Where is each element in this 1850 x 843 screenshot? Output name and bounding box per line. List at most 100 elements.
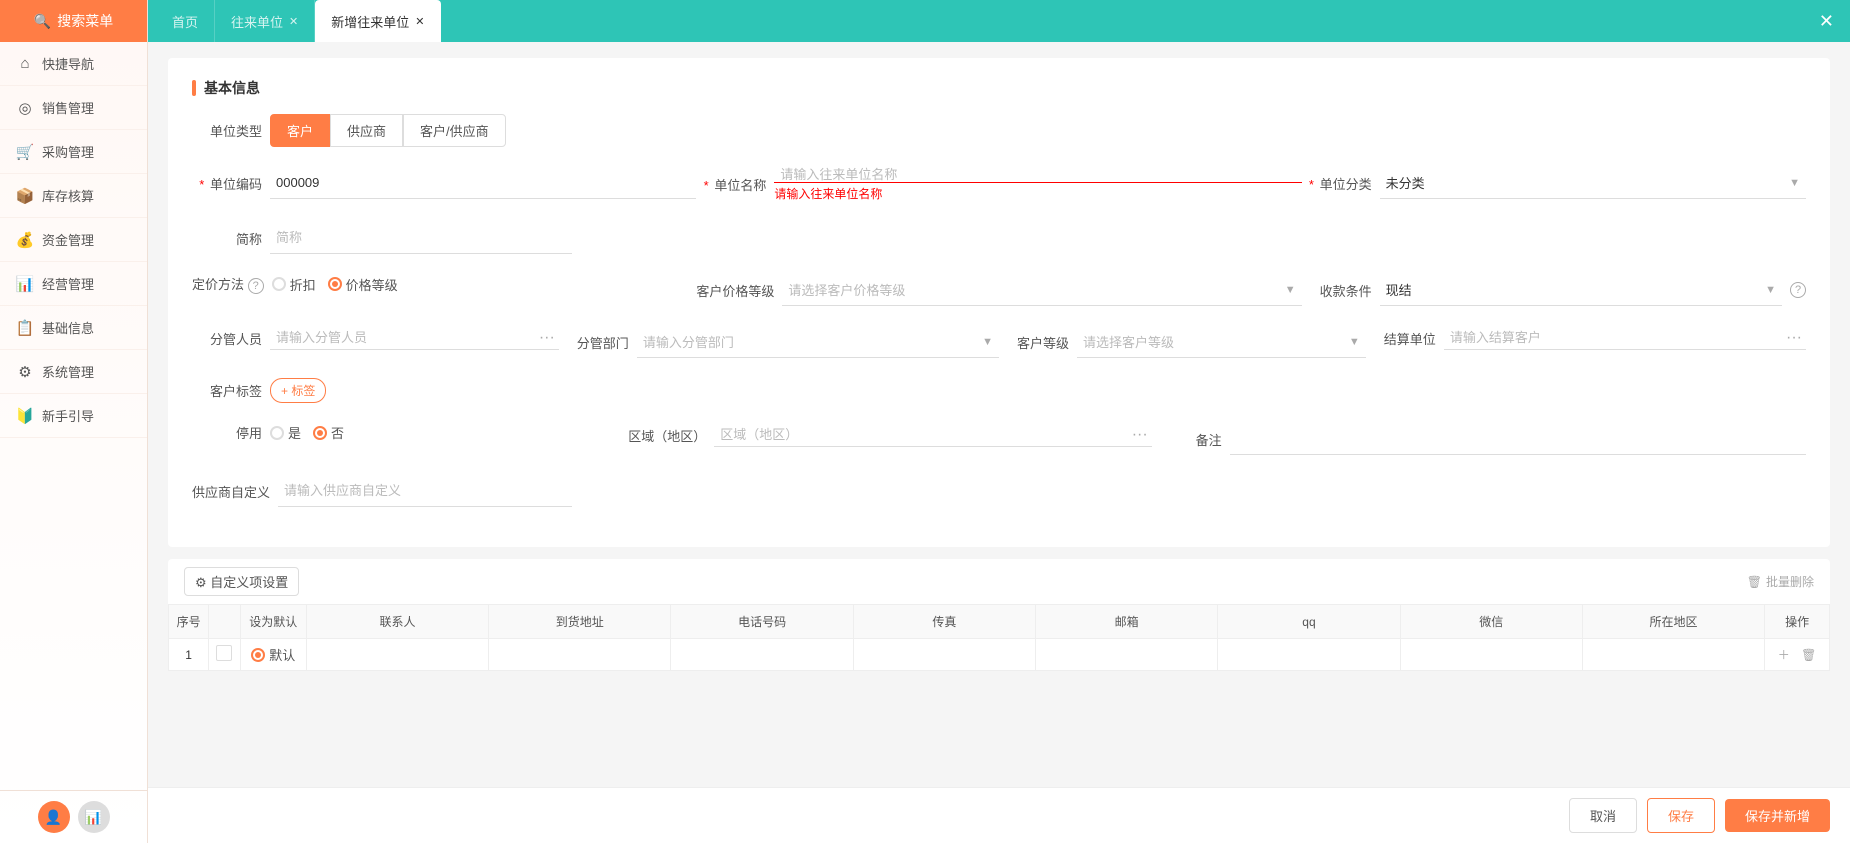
row-phone[interactable] <box>671 639 853 671</box>
row-wechat[interactable] <box>1400 639 1582 671</box>
row-fax-input[interactable] <box>860 648 1029 662</box>
manager-group: 分管人员 ··· <box>192 326 559 350</box>
tab-new-partner-close[interactable]: ✕ <box>415 15 424 28</box>
unit-name-input[interactable] <box>774 167 1301 183</box>
sidebar-item-label: 快捷导航 <box>42 54 94 73</box>
disable-group: 停用 是 否 <box>192 423 628 442</box>
save-new-button[interactable]: 保存并新增 <box>1725 799 1830 832</box>
sidebar-item-finance[interactable]: 💰 资金管理 <box>0 218 147 262</box>
custom-settings-button[interactable]: ⚙ 自定义项设置 <box>184 567 299 596</box>
sidebar-item-label: 基础信息 <box>42 318 94 337</box>
row-delete-icon[interactable]: 🗑 <box>1801 648 1816 662</box>
row-qq-input[interactable] <box>1224 648 1393 662</box>
manager-more-icon[interactable]: ··· <box>535 329 559 347</box>
cancel-button[interactable]: 取消 <box>1569 798 1637 833</box>
pricing-discount-radio[interactable] <box>272 277 286 291</box>
tab-partner[interactable]: 往来单位 ✕ <box>215 0 315 42</box>
sidebar-item-sales[interactable]: ◎ 销售管理 <box>0 86 147 130</box>
department-select[interactable]: 请输入分管部门 ▼ <box>637 326 999 358</box>
unit-type-customer[interactable]: 客户 <box>270 114 330 147</box>
pricing-level[interactable]: 价格等级 <box>328 275 398 294</box>
col-region: 所在地区 <box>1582 605 1764 639</box>
sidebar-item-system[interactable]: ⚙ 系统管理 <box>0 350 147 394</box>
row-wechat-input[interactable] <box>1407 648 1576 662</box>
add-tag-button[interactable]: + 标签 <box>270 378 326 403</box>
short-name-input[interactable] <box>270 222 572 254</box>
sidebar-item-purchase[interactable]: 🛒 采购管理 <box>0 130 147 174</box>
sidebar-item-inventory[interactable]: 📦 库存核算 <box>0 174 147 218</box>
row-default-radio[interactable]: 默认 <box>251 645 295 664</box>
unit-category-label: * 单位分类 <box>1302 174 1372 193</box>
sidebar-bottom-btn[interactable]: 👤 <box>38 801 70 833</box>
row-add-icon[interactable]: ＋ <box>1778 648 1790 662</box>
pricing-radio-group: 折扣 价格等级 <box>272 275 398 294</box>
row-checkbox[interactable] <box>209 639 240 671</box>
sidebar-search-label: 搜索菜单 <box>57 11 113 31</box>
col-address: 到货地址 <box>489 605 671 639</box>
pricing-level-radio[interactable] <box>328 277 342 291</box>
row-contact[interactable] <box>306 639 488 671</box>
disable-no-radio[interactable] <box>313 426 327 440</box>
row-contact-input[interactable] <box>313 648 482 662</box>
manager-input[interactable] <box>270 326 535 349</box>
quick-nav-icon: ⌂ <box>16 55 34 73</box>
customer-level-select[interactable]: 请选择客户等级 ▼ <box>1077 326 1366 358</box>
tab-partner-close[interactable]: ✕ <box>289 15 298 28</box>
payment-terms-group: 收款条件 现结 ▼ ? <box>1302 274 1806 306</box>
supplier-custom-input[interactable] <box>278 475 572 507</box>
settlement-unit-input-wrapper: ··· <box>1444 326 1806 350</box>
row-fax[interactable] <box>853 639 1035 671</box>
disable-yes[interactable]: 是 <box>270 423 301 442</box>
customer-level-arrow: ▼ <box>1349 336 1360 348</box>
payment-terms-select[interactable]: 现结 ▼ <box>1380 274 1782 306</box>
tab-new-partner[interactable]: 新增往来单位 ✕ <box>315 0 441 42</box>
row-checkbox-input[interactable] <box>216 645 232 661</box>
settlement-unit-input[interactable] <box>1444 326 1782 349</box>
row-email-input[interactable] <box>1042 648 1211 662</box>
unit-category-select[interactable]: 未分类 ▼ <box>1380 167 1806 199</box>
pricing-help-icon[interactable]: ? <box>248 278 264 294</box>
table-header-row: 序号 设为默认 联系人 到货地址 电话号码 传真 邮箱 qq 微信 所在地区 操… <box>169 605 1830 639</box>
sidebar-search[interactable]: 🔍 搜索菜单 <box>0 0 147 42</box>
col-checkbox <box>209 605 240 639</box>
region-group: 区域（地区） ··· <box>628 423 1151 447</box>
sidebar: 🔍 搜索菜单 ⌂ 快捷导航 ◎ 销售管理 🛒 采购管理 📦 库存核算 💰 资金管… <box>0 0 148 843</box>
row-address[interactable] <box>489 639 671 671</box>
tab-bar-close-btn[interactable]: ✕ <box>1811 11 1842 32</box>
region-more-icon[interactable]: ··· <box>1128 426 1152 444</box>
row-region[interactable] <box>1582 639 1764 671</box>
sidebar-item-operations[interactable]: 📊 经营管理 <box>0 262 147 306</box>
unit-type-supplier[interactable]: 供应商 <box>330 114 403 147</box>
unit-category-arrow: ▼ <box>1789 177 1800 189</box>
sidebar-item-basic-info[interactable]: 📋 基础信息 <box>0 306 147 350</box>
unit-type-row: 单位类型 客户 供应商 客户/供应商 <box>192 114 1806 147</box>
tab-home[interactable]: 首页 <box>156 0 215 42</box>
unit-code-group: * 单位编码 <box>192 167 696 199</box>
sidebar-item-guide[interactable]: 🔰 新手引导 <box>0 394 147 438</box>
row-email[interactable] <box>1036 639 1218 671</box>
row-address-input[interactable] <box>495 648 664 662</box>
payment-terms-help-icon[interactable]: ? <box>1790 282 1806 298</box>
disable-yes-radio[interactable] <box>270 426 284 440</box>
customer-level-label: 客户等级 <box>999 333 1069 352</box>
unit-type-both[interactable]: 客户/供应商 <box>403 114 506 147</box>
row-qq[interactable] <box>1218 639 1400 671</box>
row-default-dot[interactable] <box>251 648 265 662</box>
settlement-unit-more-icon[interactable]: ··· <box>1782 329 1806 347</box>
save-button[interactable]: 保存 <box>1647 798 1715 833</box>
batch-delete-button[interactable]: 🗑 批量删除 <box>1747 573 1814 590</box>
sidebar-item-quick-nav[interactable]: ⌂ 快捷导航 <box>0 42 147 86</box>
batch-delete-icon: 🗑 <box>1747 575 1762 589</box>
remarks-input[interactable] <box>1230 423 1806 455</box>
basic-info-card: 基本信息 单位类型 客户 供应商 客户/供应商 * <box>168 58 1830 547</box>
pricing-discount[interactable]: 折扣 <box>272 275 316 294</box>
customer-price-level-select[interactable]: 请选择客户价格等级 ▼ <box>782 274 1301 306</box>
row-region-input[interactable] <box>1589 648 1758 662</box>
sidebar-bottom-btn2[interactable]: 📊 <box>78 801 110 833</box>
unit-code-input[interactable] <box>270 167 696 199</box>
table-section: ⚙ 自定义项设置 🗑 批量删除 序号 设为默认 联系人 到货地址 电话号码 传真 <box>168 559 1830 671</box>
region-input[interactable] <box>714 423 1127 446</box>
sidebar-item-label: 新手引导 <box>42 406 94 425</box>
disable-no[interactable]: 否 <box>313 423 344 442</box>
row-phone-input[interactable] <box>677 648 846 662</box>
